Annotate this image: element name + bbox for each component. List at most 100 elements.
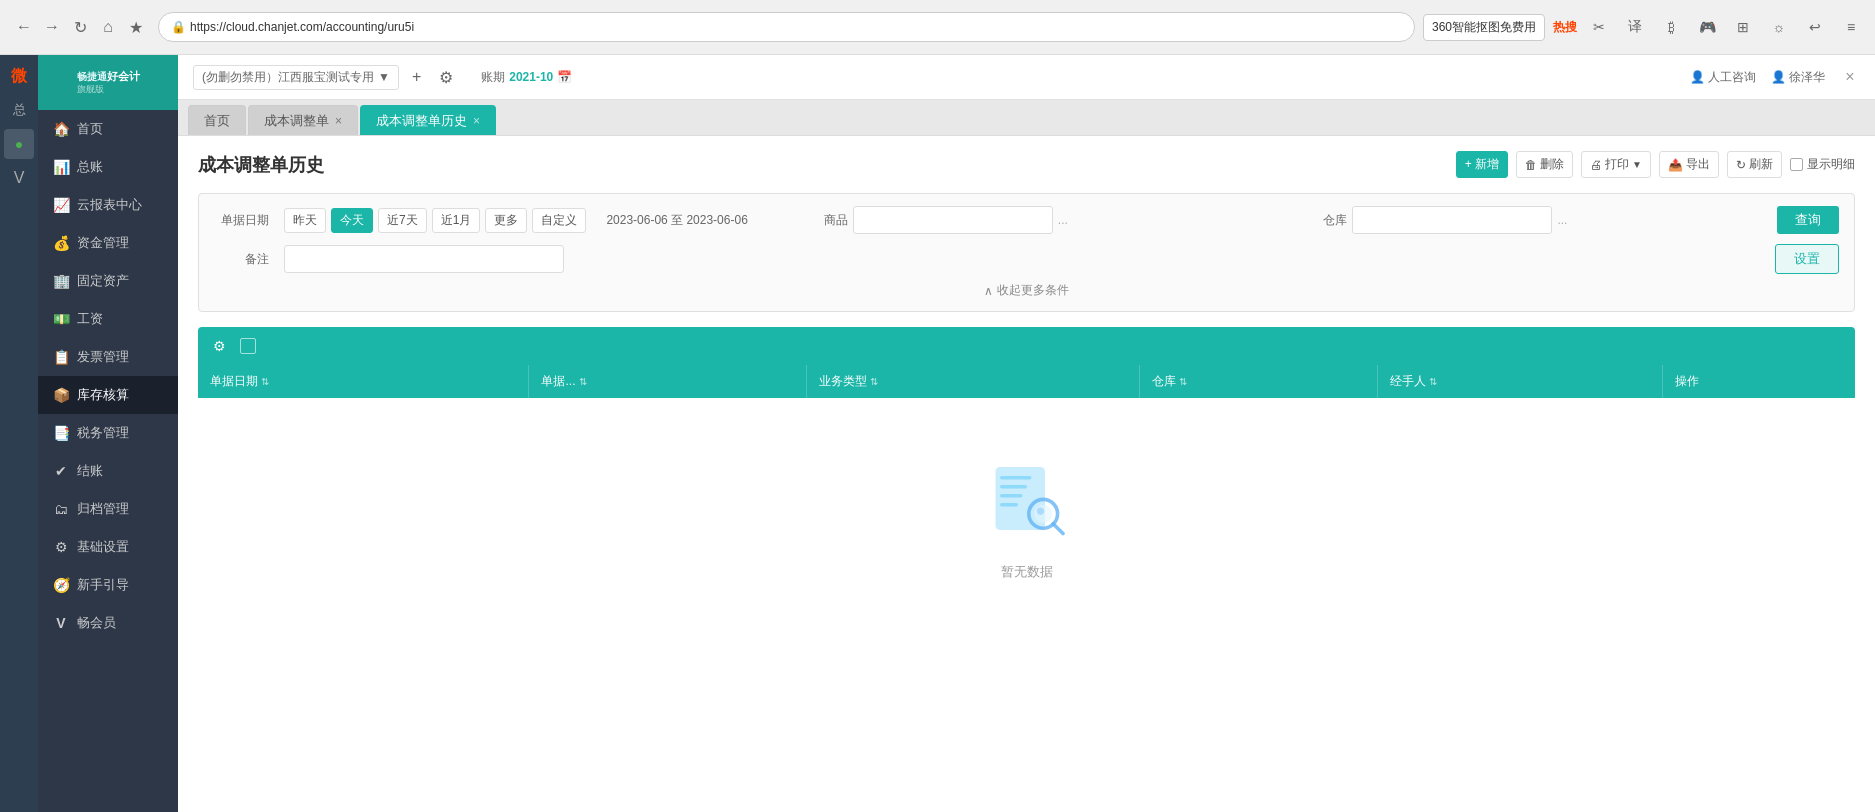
topbar-settings-icon[interactable]: ⚙ bbox=[434, 68, 458, 87]
menu-icon[interactable]: ≡ bbox=[1837, 13, 1865, 41]
settings-btn[interactable]: 设置 bbox=[1775, 244, 1839, 274]
col-biz-type[interactable]: 业务类型 ⇅ bbox=[807, 365, 1140, 398]
export-btn[interactable]: 📤 导出 bbox=[1659, 151, 1719, 178]
sidebar-item-settle[interactable]: ✔ 结账 bbox=[38, 452, 178, 490]
sidebar-item-settings[interactable]: ⚙ 基础设置 bbox=[38, 528, 178, 566]
date-yesterday[interactable]: 昨天 bbox=[284, 208, 326, 233]
col-actions: 操作 bbox=[1663, 365, 1855, 398]
col-date[interactable]: 单据日期 ⇅ bbox=[198, 365, 529, 398]
report-icon: 📈 bbox=[53, 197, 69, 213]
service-label: 人工咨询 bbox=[1708, 69, 1756, 86]
tab-cost-adjust-close[interactable]: × bbox=[335, 114, 342, 128]
col-handler[interactable]: 经手人 ⇅ bbox=[1377, 365, 1662, 398]
sidebar-item-ledger[interactable]: 📊 总账 bbox=[38, 148, 178, 186]
topbar-close-btn[interactable]: × bbox=[1840, 67, 1860, 87]
game-icon[interactable]: 🎮 bbox=[1693, 13, 1721, 41]
table-container: ⚙ 单据日期 ⇅ bbox=[198, 327, 1855, 641]
date-1month[interactable]: 近1月 bbox=[432, 208, 481, 233]
display-checkbox[interactable] bbox=[1790, 158, 1803, 171]
url-bar[interactable]: 🔒 https://cloud.chanjet.com/accounting/u… bbox=[158, 12, 1415, 42]
tab-cost-adjust-history[interactable]: 成本调整单历史 × bbox=[360, 105, 496, 135]
calendar-icon[interactable]: 📅 bbox=[557, 70, 572, 84]
main-area: (勿删勿禁用）江西服宝测试专用 ▼ + ⚙ 账期 2021-10 📅 👤 人工咨… bbox=[178, 55, 1875, 812]
company-selector[interactable]: (勿删勿禁用）江西服宝测试专用 ▼ bbox=[193, 65, 399, 90]
goods-more-btn[interactable]: ... bbox=[1058, 213, 1068, 227]
archive-icon: 🗂 bbox=[53, 501, 69, 517]
col-warehouse[interactable]: 仓库 ⇅ bbox=[1139, 365, 1377, 398]
date-range-text: 2023-06-06 至 2023-06-06 bbox=[606, 212, 747, 229]
refresh-button[interactable]: ↻ bbox=[66, 13, 94, 41]
strip-item2[interactable]: 总 bbox=[4, 95, 34, 125]
scissors-icon[interactable]: ✂ bbox=[1585, 13, 1613, 41]
tab-home[interactable]: 首页 bbox=[188, 105, 246, 135]
remarks-input[interactable] bbox=[284, 245, 564, 273]
page-title: 成本调整单历史 bbox=[198, 153, 324, 177]
undo-icon[interactable]: ↩ bbox=[1801, 13, 1829, 41]
date-custom[interactable]: 自定义 bbox=[532, 208, 586, 233]
warehouse-more-btn[interactable]: ... bbox=[1557, 213, 1567, 227]
star-button[interactable]: ★ bbox=[122, 13, 150, 41]
tab-cost-adjust-history-close[interactable]: × bbox=[473, 114, 480, 128]
page-content: 成本调整单历史 + 新增 🗑 删除 🖨 打印 ▼ 📤 导出 bbox=[178, 136, 1875, 812]
table-settings-icon[interactable]: ⚙ bbox=[208, 335, 230, 357]
logo-text: 畅捷通好会计 bbox=[77, 69, 140, 83]
table-header-row: 单据日期 ⇅ 单据... ⇅ bbox=[198, 365, 1855, 398]
sidebar-item-report[interactable]: 📈 云报表中心 bbox=[38, 186, 178, 224]
svg-point-6 bbox=[1034, 505, 1052, 523]
service-btn[interactable]: 👤 人工咨询 bbox=[1690, 69, 1756, 86]
delete-btn[interactable]: 🗑 删除 bbox=[1516, 151, 1573, 178]
select-all-checkbox[interactable] bbox=[240, 338, 256, 354]
sidebar-item-home[interactable]: 🏠 首页 bbox=[38, 110, 178, 148]
sidebar-item-label: 归档管理 bbox=[77, 500, 129, 518]
svg-line-7 bbox=[1053, 524, 1063, 534]
date-7days[interactable]: 近7天 bbox=[378, 208, 427, 233]
period-label: 账期 bbox=[481, 69, 505, 86]
new-btn[interactable]: + 新增 bbox=[1456, 151, 1508, 178]
date-today[interactable]: 今天 bbox=[331, 208, 373, 233]
sidebar-item-inventory[interactable]: 📦 库存核算 bbox=[38, 376, 178, 414]
forward-button[interactable]: → bbox=[38, 13, 66, 41]
sidebar-item-salary[interactable]: 💵 工资 bbox=[38, 300, 178, 338]
refresh-btn[interactable]: ↻ 刷新 bbox=[1727, 151, 1782, 178]
strip-item3[interactable]: ● bbox=[4, 129, 34, 159]
sidebar-item-fund[interactable]: 💰 资金管理 bbox=[38, 224, 178, 262]
col-doc-num[interactable]: 单据... ⇅ bbox=[529, 365, 807, 398]
date-more[interactable]: 更多 bbox=[485, 208, 527, 233]
user-btn[interactable]: 👤 徐泽华 bbox=[1771, 69, 1825, 86]
tab-cost-adjust[interactable]: 成本调整单 × bbox=[248, 105, 358, 135]
strip-item4[interactable]: V bbox=[4, 163, 34, 193]
sidebar-item-label: 基础设置 bbox=[77, 538, 129, 556]
translate-icon[interactable]: 译 bbox=[1621, 13, 1649, 41]
topbar-right: 👤 人工咨询 👤 徐泽华 × bbox=[1690, 67, 1860, 87]
query-btn[interactable]: 查询 bbox=[1777, 206, 1839, 234]
sidebar-item-invoice[interactable]: 📋 发票管理 bbox=[38, 338, 178, 376]
sidebar-item-archive[interactable]: 🗂 归档管理 bbox=[38, 490, 178, 528]
sort-warehouse-icon: ⇅ bbox=[1179, 376, 1187, 387]
apps-icon[interactable]: ⊞ bbox=[1729, 13, 1757, 41]
delete-icon: 🗑 bbox=[1525, 158, 1537, 172]
sidebar-item-member[interactable]: V 畅会员 bbox=[38, 604, 178, 642]
svg-point-8 bbox=[1036, 508, 1043, 515]
topbar: (勿删勿禁用）江西服宝测试专用 ▼ + ⚙ 账期 2021-10 📅 👤 人工咨… bbox=[178, 55, 1875, 100]
print-btn[interactable]: 🖨 打印 ▼ bbox=[1581, 151, 1651, 178]
wallet-icon[interactable]: ₿ bbox=[1657, 13, 1685, 41]
brightness-icon[interactable]: ☼ bbox=[1765, 13, 1793, 41]
home-button[interactable]: ⌂ bbox=[94, 13, 122, 41]
sidebar-nav: 🏠 首页 📊 总账 📈 云报表中心 💰 资金管理 🏢 固定资产 💵 工资 bbox=[38, 110, 178, 812]
hot-search-label: 热搜 bbox=[1553, 19, 1577, 36]
warehouse-input[interactable] bbox=[1352, 206, 1552, 234]
browser-toolbar-right: 360智能抠图免费用 热搜 ✂ 译 ₿ 🎮 ⊞ ☼ ↩ ≡ bbox=[1423, 13, 1865, 41]
sidebar-item-guide[interactable]: 🧭 新手引导 bbox=[38, 566, 178, 604]
tab-home-label: 首页 bbox=[204, 112, 230, 130]
sidebar-item-tax[interactable]: 📑 税务管理 bbox=[38, 414, 178, 452]
empty-text: 暂无数据 bbox=[1001, 563, 1053, 581]
secure-icon: 🔒 bbox=[171, 20, 186, 34]
back-button[interactable]: ← bbox=[10, 13, 38, 41]
sidebar-item-asset[interactable]: 🏢 固定资产 bbox=[38, 262, 178, 300]
add-tab-btn[interactable]: + bbox=[407, 68, 426, 86]
goods-input[interactable] bbox=[853, 206, 1053, 234]
360-search[interactable]: 360智能抠图免费用 bbox=[1423, 14, 1545, 41]
collapse-btn[interactable]: ∧ 收起更多条件 bbox=[984, 282, 1069, 299]
topbar-left: (勿删勿禁用）江西服宝测试专用 ▼ + ⚙ 账期 2021-10 📅 bbox=[193, 65, 572, 90]
strip-weibo[interactable]: 微 bbox=[4, 61, 34, 91]
